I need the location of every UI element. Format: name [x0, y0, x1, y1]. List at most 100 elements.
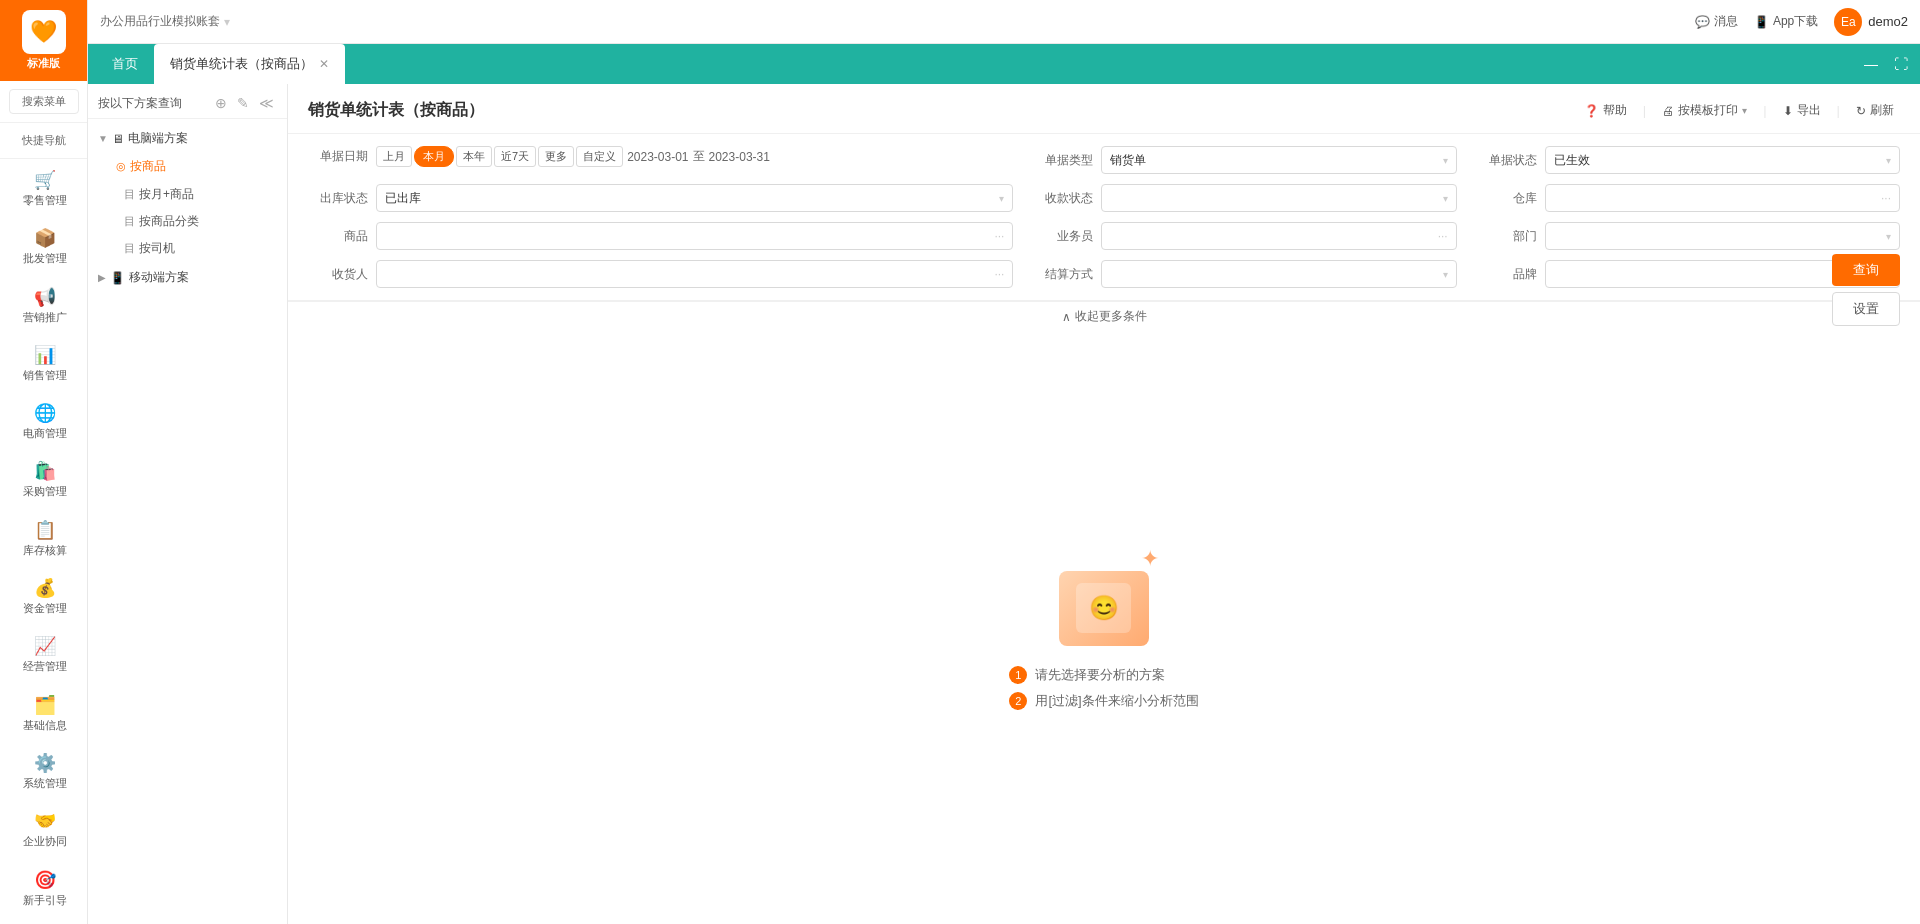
tree-item-by-cashier[interactable]: 目 按司机 [96, 235, 287, 262]
empty-sparkle-icon: ✦ [1141, 546, 1159, 572]
receiver-filter-select[interactable]: ··· [376, 260, 1013, 288]
search-menu-button[interactable]: 搜索菜单 [9, 89, 79, 114]
main-content: 办公用品行业模拟账套 ▾ 💬 消息 📱 App下载 Ea demo2 首页 销货… [88, 0, 1920, 924]
salesperson-filter-dots-icon[interactable]: ··· [1438, 229, 1448, 243]
date-to: 2023-03-31 [709, 150, 770, 164]
tip-num-1: 1 [1009, 666, 1027, 684]
tab-home[interactable]: 首页 [96, 44, 154, 84]
filter-row-3: 商品 ··· 业务员 ··· [308, 222, 1900, 250]
message-button[interactable]: 💬 消息 [1695, 13, 1738, 30]
payment-method-filter-label: 结算方式 [1033, 266, 1093, 283]
add-scheme-button[interactable]: ⊕ [212, 94, 230, 112]
stock-filter-label: 出库状态 [308, 190, 368, 207]
date-btn-last-month[interactable]: 上月 [376, 146, 412, 167]
refresh-button[interactable]: ↻ 刷新 [1850, 98, 1900, 123]
tab-minimize-button[interactable]: — [1860, 52, 1882, 76]
query-button[interactable]: 查询 [1832, 254, 1900, 286]
tree-item-by-month-product[interactable]: 目 按月+商品 [96, 181, 287, 208]
tree-item-by-product[interactable]: ◎ 按商品 [96, 152, 287, 181]
filter-row-2: 出库状态 已出库 ▾ 收款状态 ▾ [308, 184, 1900, 212]
sidebar-item-sales[interactable]: 📊 销售管理 [0, 334, 87, 392]
receiver-filter-dots-icon[interactable]: ··· [994, 267, 1004, 281]
sidebar-item-purchase[interactable]: 🛍️ 采购管理 [0, 450, 87, 508]
tree-group-mobile-header[interactable]: ▶ 📱 移动端方案 [88, 264, 287, 291]
dept-filter-label: 部门 [1477, 228, 1537, 245]
help-button[interactable]: ❓ 帮助 [1578, 98, 1633, 123]
by-month-product-icon: 目 [124, 187, 135, 202]
tabbar: 首页 销货单统计表（按商品） ✕ — ⛶ [88, 44, 1920, 84]
quick-nav-button[interactable]: 快捷导航 [22, 127, 66, 154]
quick-nav-area[interactable]: 快捷导航 [0, 123, 87, 159]
tree-group-pc: ▼ 🖥 电脑端方案 ◎ 按商品 目 按月+商品 [88, 125, 287, 262]
stock-filter-select[interactable]: 已出库 ▾ [376, 184, 1013, 212]
filter-row-1: 单据日期 上月 本月 本年 近7天 更多 自定义 [308, 146, 1900, 174]
print-button[interactable]: 🖨 按模板打印 ▾ [1656, 98, 1753, 123]
logo-icon: 🧡 [22, 10, 66, 54]
sidebar-item-sales-label: 销售管理 [23, 368, 67, 382]
tree-item-by-product-label: 按商品 [130, 158, 166, 175]
date-btn-custom[interactable]: 自定义 [576, 146, 623, 167]
sidebar-item-enterprise[interactable]: 🤝 企业协同 [0, 800, 87, 858]
by-category-icon: 目 [124, 214, 135, 229]
payment-filter-select[interactable]: ▾ [1101, 184, 1456, 212]
sidebar-item-inventory[interactable]: 📋 库存核算 [0, 509, 87, 567]
app-icon: 📱 [1754, 15, 1769, 29]
sidebar-item-app-center[interactable]: 📱 应用中心 [0, 917, 87, 924]
warehouse-filter-select[interactable]: ··· [1545, 184, 1900, 212]
collapse-panel-button[interactable]: ≪ [256, 94, 277, 112]
sidebar-item-marketing[interactable]: 📢 营销推广 [0, 276, 87, 334]
empty-box-inner: 😊 [1076, 583, 1131, 633]
sidebar-item-wholesale[interactable]: 📦 批发管理 [0, 217, 87, 275]
sidebar-item-ecommerce[interactable]: 🌐 电商管理 [0, 392, 87, 450]
export-icon: ⬇ [1783, 104, 1793, 118]
dept-filter-select[interactable]: ▾ [1545, 222, 1900, 250]
sidebar-item-retail[interactable]: 🛒 零售管理 [0, 159, 87, 217]
salesperson-filter-select[interactable]: ··· [1101, 222, 1456, 250]
filter-product: 商品 ··· [308, 222, 1013, 250]
sidebar-search-area[interactable]: 搜索菜单 [0, 81, 87, 123]
collapse-bar[interactable]: ∧ 收起更多条件 [288, 301, 1920, 331]
empty-illustration: 😊 ✦ [1044, 546, 1164, 646]
status-filter-select[interactable]: 已生效 ▾ [1545, 146, 1900, 174]
sidebar-item-system[interactable]: ⚙️ 系统管理 [0, 742, 87, 800]
type-filter-select[interactable]: 销货单 ▾ [1101, 146, 1456, 174]
empty-tips: 1 请先选择要分析的方案 2 用[过滤]条件来缩小分析范围 [1009, 666, 1198, 710]
date-btn-this-year[interactable]: 本年 [456, 146, 492, 167]
date-btn-more[interactable]: 更多 [538, 146, 574, 167]
salesperson-filter-label: 业务员 [1033, 228, 1093, 245]
tree-group-pc-header[interactable]: ▼ 🖥 电脑端方案 [88, 125, 287, 152]
sidebar-item-basic[interactable]: 🗂️ 基础信息 [0, 684, 87, 742]
tab-close-icon[interactable]: ✕ [319, 57, 329, 71]
tab-maximize-button[interactable]: ⛶ [1890, 52, 1912, 76]
sidebar-item-operation[interactable]: 📈 经营管理 [0, 625, 87, 683]
sidebar-item-newbie[interactable]: 🎯 新手引导 [0, 859, 87, 917]
settings-button[interactable]: 设置 [1832, 292, 1900, 326]
sidebar-menu: 🛒 零售管理 📦 批发管理 📢 营销推广 📊 销售管理 🌐 电商管理 🛍️ 采购… [0, 159, 87, 924]
warehouse-filter-label: 仓库 [1477, 190, 1537, 207]
status-filter-arrow-icon: ▾ [1886, 155, 1891, 166]
product-filter-select[interactable]: ··· [376, 222, 1013, 250]
tab-sales-stat[interactable]: 销货单统计表（按商品） ✕ [154, 44, 345, 84]
right-content: 销货单统计表（按商品） ❓ 帮助 | 🖨 按模板打印 ▾ | ⬇ [288, 84, 1920, 924]
payment-method-filter-arrow-icon: ▾ [1443, 269, 1448, 280]
warehouse-filter-dots-icon[interactable]: ··· [1881, 191, 1891, 205]
date-btn-this-month[interactable]: 本月 [414, 146, 454, 167]
product-filter-dots-icon[interactable]: ··· [994, 229, 1004, 243]
sidebar-item-operation-label: 经营管理 [23, 659, 67, 673]
sidebar: 🧡 标准版 搜索菜单 快捷导航 🛒 零售管理 📦 批发管理 📢 营销推广 📊 销… [0, 0, 88, 924]
help-icon: ❓ [1584, 104, 1599, 118]
marketing-icon: 📢 [34, 286, 56, 308]
username-label: demo2 [1868, 14, 1908, 29]
app-download-button[interactable]: 📱 App下载 [1754, 13, 1818, 30]
payment-method-filter-select[interactable]: ▾ [1101, 260, 1456, 288]
sidebar-item-finance[interactable]: 💰 资金管理 [0, 567, 87, 625]
export-button[interactable]: ⬇ 导出 [1777, 98, 1827, 123]
edit-scheme-button[interactable]: ✎ [234, 94, 252, 112]
filter-stock: 出库状态 已出库 ▾ [308, 184, 1013, 212]
tree-item-by-category[interactable]: 目 按商品分类 [96, 208, 287, 235]
user-menu[interactable]: Ea demo2 [1834, 8, 1908, 36]
filter-warehouse: 仓库 ··· [1477, 184, 1900, 212]
page-header: 销货单统计表（按商品） ❓ 帮助 | 🖨 按模板打印 ▾ | ⬇ [288, 84, 1920, 134]
topbar: 办公用品行业模拟账套 ▾ 💬 消息 📱 App下载 Ea demo2 [88, 0, 1920, 44]
date-btn-last-7-days[interactable]: 近7天 [494, 146, 536, 167]
